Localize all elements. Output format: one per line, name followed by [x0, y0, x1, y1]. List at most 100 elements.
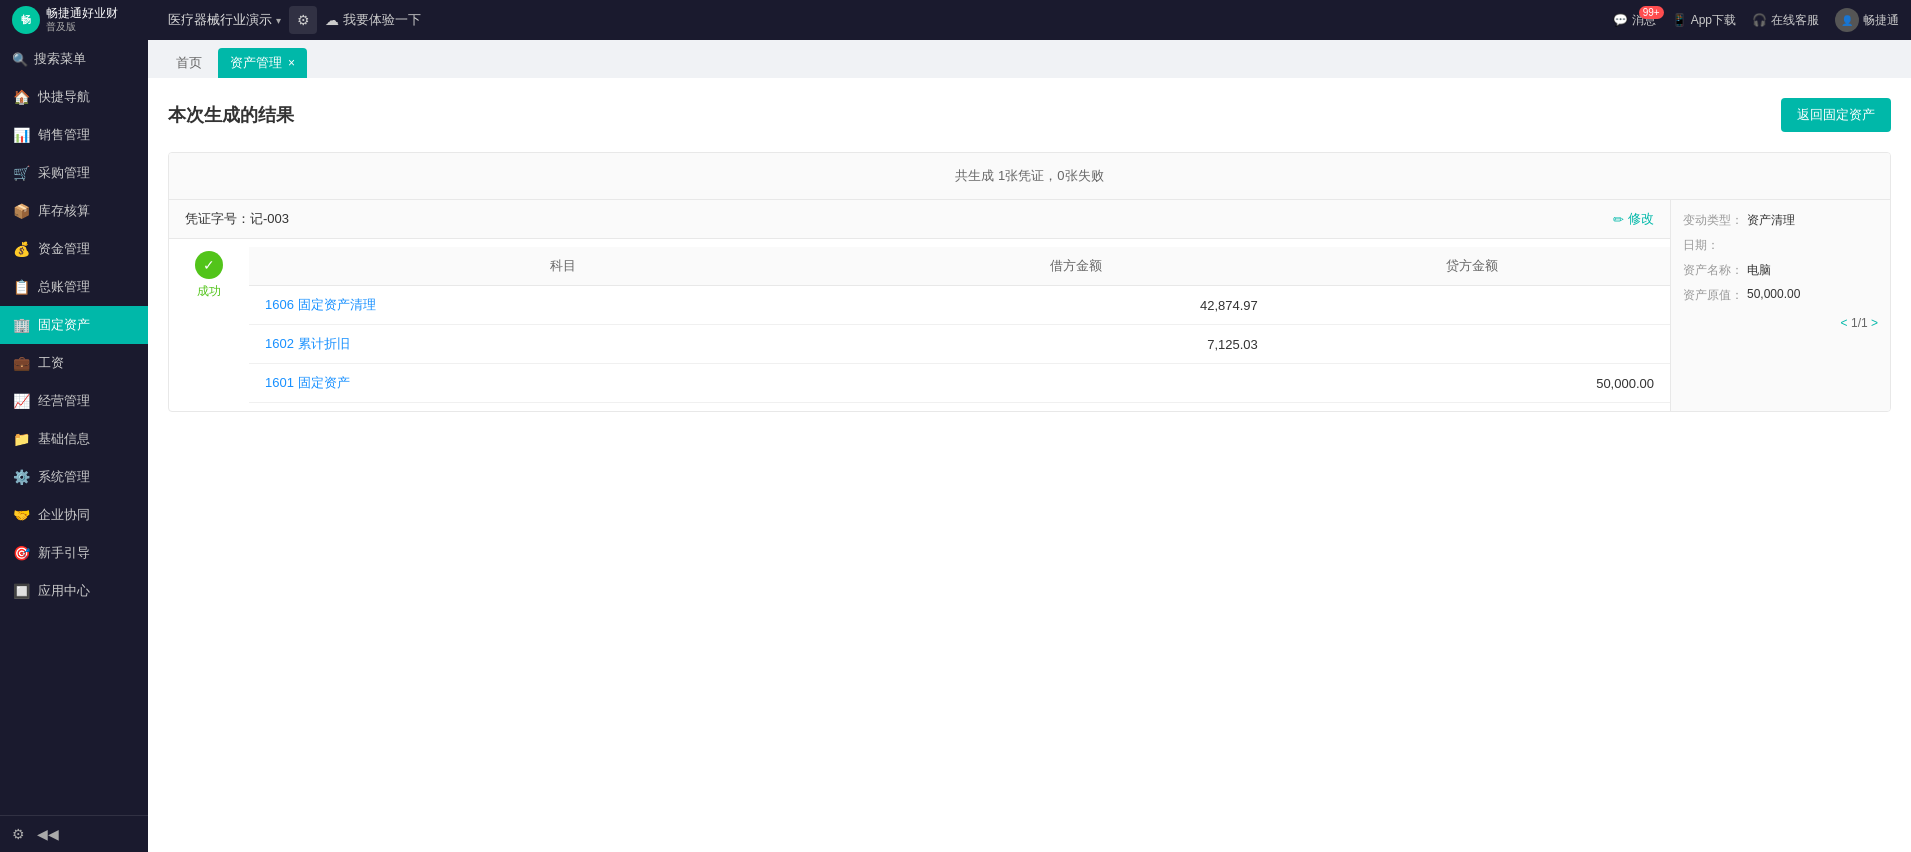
sidebar-footer: ⚙ ◀◀: [0, 815, 148, 852]
sidebar-item-system[interactable]: ⚙️ 系统管理: [0, 458, 148, 496]
sidebar-item-purchase[interactable]: 🛒 采购管理: [0, 154, 148, 192]
sidebar-item-label: 系统管理: [38, 468, 90, 486]
tab-asset-management[interactable]: 资产管理 ×: [218, 48, 307, 78]
logo-icon: 畅: [12, 6, 40, 34]
enterprise-icon: 🤝: [12, 507, 30, 523]
voucher-section: 凭证字号：记-003 ✏ 修改 ✓ 成功: [169, 200, 1890, 411]
sidebar-item-label: 应用中心: [38, 582, 90, 600]
side-panel: 变动类型： 资产清理 日期： 资产名称： 电脑 资产原值：: [1670, 200, 1890, 411]
user-profile[interactable]: 👤 畅捷通: [1835, 8, 1899, 32]
sidebar-item-guide[interactable]: 🎯 新手引导: [0, 534, 148, 572]
main-layout: 🔍 搜索菜单 🏠 快捷导航 📊 销售管理 🛒 采购管理 📦 库存核算 💰 资金管…: [0, 40, 1911, 852]
header-middle: 医疗器械行业演示 ▾ ⚙ ☁ 我要体验一下: [168, 6, 1613, 34]
edit-icon: ✏: [1613, 212, 1624, 227]
debit-cell: 7,125.03: [878, 325, 1274, 364]
voucher-header: 凭证字号：记-003 ✏ 修改: [169, 200, 1670, 239]
edit-button[interactable]: ✏ 修改: [1613, 210, 1654, 228]
logo-text: 畅捷通好业财: [46, 6, 118, 20]
header-right: 💬 消息 99+ 📱 App下载 🎧 在线客服 👤 畅捷通: [1613, 8, 1899, 32]
date-row: 日期：: [1683, 237, 1878, 254]
voucher-number: 凭证字号：记-003: [185, 210, 289, 228]
voucher-table-wrapper: 科目 借方金额 贷方金额 1606 固定资产清理 42,874.: [249, 247, 1670, 403]
asset-name-row: 资产名称： 电脑: [1683, 262, 1878, 279]
table-row: 1606 固定资产清理 42,874.97: [249, 286, 1670, 325]
credit-cell: [1274, 325, 1670, 364]
ledger-icon: 📋: [12, 279, 30, 295]
sidebar-item-label: 库存核算: [38, 202, 90, 220]
change-type-row: 变动类型： 资产清理: [1683, 212, 1878, 229]
change-type-value: 资产清理: [1747, 212, 1795, 229]
message-button[interactable]: 💬 消息 99+: [1613, 12, 1656, 29]
top-header: 畅 畅捷通好业财 普及版 医疗器械行业演示 ▾ ⚙ ☁ 我要体验一下 💬 消息 …: [0, 0, 1911, 40]
sidebar-item-inventory[interactable]: 📦 库存核算: [0, 192, 148, 230]
sidebar-item-quick-nav[interactable]: 🏠 快捷导航: [0, 78, 148, 116]
original-value-label: 资产原值：: [1683, 287, 1743, 304]
sidebar-item-label: 新手引导: [38, 544, 90, 562]
next-page-button[interactable]: >: [1871, 316, 1878, 330]
original-value-row: 资产原值： 50,000.00: [1683, 287, 1878, 304]
page-content: 本次生成的结果 返回固定资产 共生成 1张凭证，0张失败 凭证字号：记-003 …: [148, 78, 1911, 852]
result-container: 共生成 1张凭证，0张失败 凭证字号：记-003 ✏ 修改 ✓: [168, 152, 1891, 412]
debit-cell: [878, 364, 1274, 403]
sidebar-item-label: 工资: [38, 354, 64, 372]
settings-button[interactable]: ⚙: [289, 6, 317, 34]
original-value-value: 50,000.00: [1747, 287, 1800, 304]
prev-page-button[interactable]: <: [1841, 316, 1848, 330]
page-title: 本次生成的结果: [168, 103, 294, 127]
content-area: 首页 资产管理 × 本次生成的结果 返回固定资产 共生成 1张凭证，0张失败 凭…: [148, 40, 1911, 852]
tab-close-icon[interactable]: ×: [288, 56, 295, 70]
sidebar-item-operations[interactable]: 📈 经营管理: [0, 382, 148, 420]
search-menu[interactable]: 🔍 搜索菜单: [0, 40, 148, 78]
cloud-icon: ☁: [325, 12, 339, 28]
account-link[interactable]: 1601 固定资产: [265, 375, 350, 390]
operations-icon: 📈: [12, 393, 30, 409]
online-support-button[interactable]: 🎧 在线客服: [1752, 12, 1819, 29]
status-row: ✓ 成功 科目 借方金额 贷方金额: [169, 239, 1670, 411]
col-credit: 贷方金额: [1274, 247, 1670, 286]
sidebar-item-base-info[interactable]: 📁 基础信息: [0, 420, 148, 458]
sidebar-item-enterprise[interactable]: 🤝 企业协同: [0, 496, 148, 534]
experience-button[interactable]: ☁ 我要体验一下: [325, 11, 421, 29]
logo-area: 畅 畅捷通好业财 普及版: [12, 6, 160, 34]
sidebar-collapse-button[interactable]: ◀◀: [37, 826, 59, 842]
page-info: 1/1: [1851, 316, 1871, 330]
logo-sub: 普及版: [46, 20, 118, 34]
success-icon: ✓: [195, 251, 223, 279]
asset-name-value: 电脑: [1747, 262, 1771, 279]
tab-home[interactable]: 首页: [164, 48, 214, 78]
company-name: 医疗器械行业演示: [168, 11, 272, 29]
inventory-icon: 📦: [12, 203, 30, 219]
sidebar-item-payroll[interactable]: 💼 工资: [0, 344, 148, 382]
home-icon: 🏠: [12, 89, 30, 105]
sidebar: 🔍 搜索菜单 🏠 快捷导航 📊 销售管理 🛒 采购管理 📦 库存核算 💰 资金管…: [0, 40, 148, 852]
table-row: 1602 累计折旧 7,125.03: [249, 325, 1670, 364]
avatar: 👤: [1835, 8, 1859, 32]
system-icon: ⚙️: [12, 469, 30, 485]
voucher-main: 凭证字号：记-003 ✏ 修改 ✓ 成功: [169, 200, 1670, 411]
pagination: < 1/1 >: [1683, 316, 1878, 330]
debit-cell: 42,874.97: [878, 286, 1274, 325]
sidebar-item-finance[interactable]: 💰 资金管理: [0, 230, 148, 268]
sidebar-item-ledger[interactable]: 📋 总账管理: [0, 268, 148, 306]
sidebar-item-label: 基础信息: [38, 430, 90, 448]
company-selector[interactable]: 医疗器械行业演示 ▾: [168, 11, 281, 29]
date-label: 日期：: [1683, 237, 1719, 254]
footer-settings-button[interactable]: ⚙: [12, 826, 25, 842]
return-fixed-assets-button[interactable]: 返回固定资产: [1781, 98, 1891, 132]
message-icon: 💬: [1613, 13, 1628, 27]
credit-cell: 50,000.00: [1274, 364, 1670, 403]
message-badge: 99+: [1639, 6, 1664, 19]
app-center-icon: 🔲: [12, 583, 30, 599]
sidebar-item-app-center[interactable]: 🔲 应用中心: [0, 572, 148, 610]
sidebar-item-sales[interactable]: 📊 销售管理: [0, 116, 148, 154]
result-summary: 共生成 1张凭证，0张失败: [169, 153, 1890, 200]
app-download-button[interactable]: 📱 App下载: [1672, 12, 1736, 29]
account-link[interactable]: 1606 固定资产清理: [265, 297, 376, 312]
tab-bar: 首页 资产管理 ×: [148, 40, 1911, 78]
sidebar-item-label: 资金管理: [38, 240, 90, 258]
chevron-down-icon: ▾: [276, 15, 281, 26]
account-link[interactable]: 1602 累计折旧: [265, 336, 350, 351]
payroll-icon: 💼: [12, 355, 30, 371]
credit-cell: [1274, 286, 1670, 325]
sidebar-item-fixed-assets[interactable]: 🏢 固定资产: [0, 306, 148, 344]
